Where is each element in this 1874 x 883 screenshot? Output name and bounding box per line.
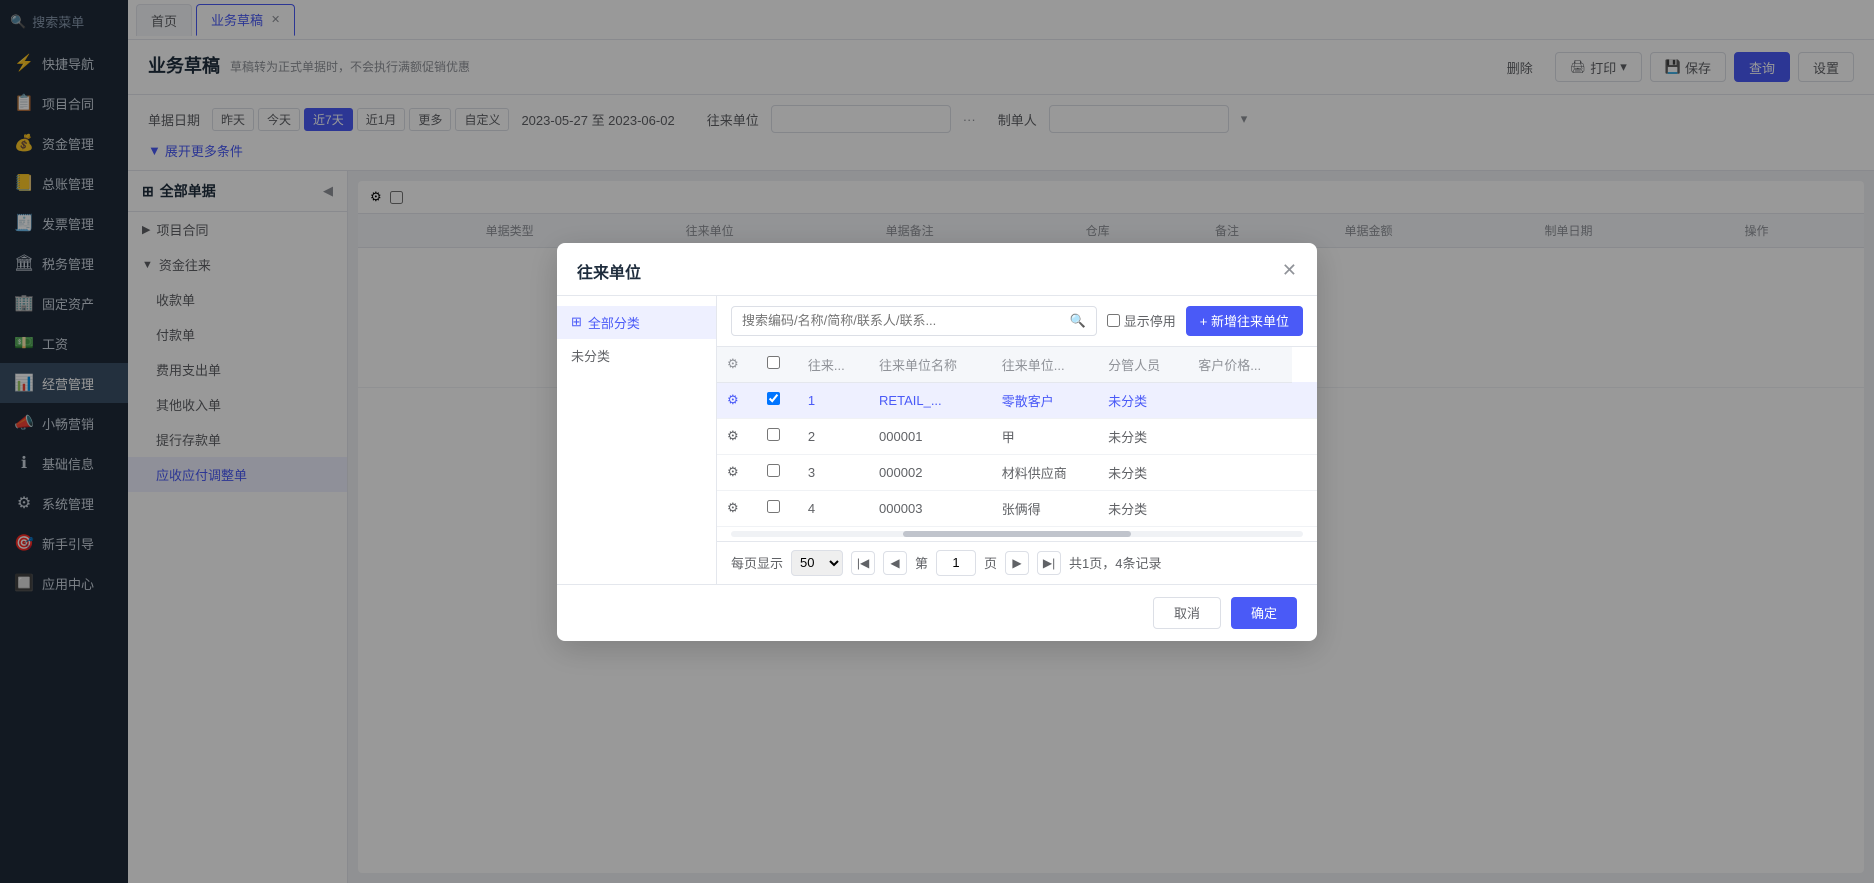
- row-checkbox[interactable]: [757, 454, 798, 490]
- dialog-table-row[interactable]: ⚙ 4 000003 张俩得 未分类: [717, 490, 1317, 526]
- row-price: [1292, 418, 1317, 454]
- grid-icon: ⊞: [571, 314, 582, 330]
- row-name: 张俩得: [992, 490, 1098, 526]
- row-code: 000001: [869, 418, 992, 454]
- dialog-content: 🔍 显示停用 + 新增往来单位 ⚙ 往来...往来单位名称往来单位...分管人员客…: [717, 296, 1317, 584]
- dialog: 往来单位 ✕ ⊞全部分类未分类 🔍 显示停用 + 新增: [557, 243, 1317, 641]
- row-settings-icon: ⚙: [727, 428, 739, 443]
- dialog-th-settings[interactable]: ⚙: [717, 347, 757, 383]
- dialog-th-category: 往来单位...: [992, 347, 1098, 383]
- row-salesperson: [1188, 418, 1292, 454]
- dialog-tree-all[interactable]: ⊞全部分类: [557, 306, 716, 339]
- next-page-button[interactable]: ▶: [1005, 551, 1029, 575]
- row-no: 2: [798, 418, 869, 454]
- confirm-button[interactable]: 确定: [1231, 597, 1297, 629]
- first-page-button[interactable]: |◀: [851, 551, 875, 575]
- dialog-tree: ⊞全部分类未分类: [557, 296, 717, 584]
- row-settings[interactable]: ⚙: [717, 418, 757, 454]
- modal-overlay: 往来单位 ✕ ⊞全部分类未分类 🔍 显示停用 + 新增: [0, 0, 1874, 883]
- dialog-table-wrap: ⚙ 往来...往来单位名称往来单位...分管人员客户价格... ⚙ 1 RETAI…: [717, 347, 1317, 527]
- dialog-table-row[interactable]: ⚙ 2 000001 甲 未分类: [717, 418, 1317, 454]
- row-category: 未分类: [1098, 418, 1188, 454]
- row-name: 材料供应商: [992, 454, 1098, 490]
- row-settings[interactable]: ⚙: [717, 490, 757, 526]
- row-name: 零散客户: [992, 382, 1098, 418]
- last-page-button[interactable]: ▶|: [1037, 551, 1061, 575]
- row-code: RETAIL_...: [869, 382, 992, 418]
- dialog-table-row[interactable]: ⚙ 1 RETAIL_... 零散客户 未分类: [717, 382, 1317, 418]
- page-input[interactable]: [936, 550, 976, 576]
- row-settings[interactable]: ⚙: [717, 382, 757, 418]
- search-icon: 🔍: [1070, 313, 1086, 329]
- dialog-scrollbar-thumb[interactable]: [903, 531, 1132, 537]
- dialog-th-salesperson: 分管人员: [1098, 347, 1188, 383]
- row-price: [1292, 454, 1317, 490]
- dialog-table: ⚙ 往来...往来单位名称往来单位...分管人员客户价格... ⚙ 1 RETAI…: [717, 347, 1317, 527]
- row-no: 1: [798, 382, 869, 418]
- dialog-pagination: 每页显示 50 100 |◀ ◀ 第 页 ▶ ▶| 共1页，4条记录: [717, 541, 1317, 584]
- row-checkbox[interactable]: [757, 490, 798, 526]
- show-disabled-label[interactable]: 显示停用: [1107, 311, 1176, 330]
- prev-page-button[interactable]: ◀: [883, 551, 907, 575]
- row-name: 甲: [992, 418, 1098, 454]
- dialog-footer: 取消 确定: [557, 584, 1317, 641]
- dialog-th-check: [757, 347, 798, 383]
- dialog-scrollbar[interactable]: [731, 531, 1303, 537]
- row-category: 未分类: [1098, 382, 1188, 418]
- row-code: 000003: [869, 490, 992, 526]
- row-price: [1292, 490, 1317, 526]
- total-info: 共1页，4条记录: [1069, 553, 1161, 572]
- dialog-header-checkbox[interactable]: [767, 356, 780, 369]
- row-settings-icon: ⚙: [727, 392, 739, 407]
- dialog-th-name: 往来单位名称: [869, 347, 992, 383]
- row-settings-icon: ⚙: [727, 464, 739, 479]
- dialog-close-button[interactable]: ✕: [1282, 260, 1297, 281]
- dialog-header: 往来单位 ✕: [557, 243, 1317, 296]
- show-disabled-checkbox[interactable]: [1107, 314, 1120, 327]
- add-customer-button[interactable]: + 新增往来单位: [1186, 306, 1303, 336]
- row-salesperson: [1188, 454, 1292, 490]
- row-category: 未分类: [1098, 454, 1188, 490]
- row-no: 3: [798, 454, 869, 490]
- row-price: [1292, 382, 1317, 418]
- dialog-th-code: 往来...: [798, 347, 869, 383]
- dialog-tree-unclassified[interactable]: 未分类: [557, 339, 716, 372]
- dialog-toolbar: 🔍 显示停用 + 新增往来单位: [717, 296, 1317, 347]
- row-salesperson: [1188, 490, 1292, 526]
- dialog-search-input[interactable]: [742, 313, 1064, 328]
- dialog-title: 往来单位: [577, 259, 641, 283]
- dialog-search-wrapper: 🔍: [731, 306, 1097, 336]
- cancel-button[interactable]: 取消: [1153, 597, 1221, 629]
- row-no: 4: [798, 490, 869, 526]
- row-checkbox[interactable]: [757, 418, 798, 454]
- row-settings-icon: ⚙: [727, 500, 739, 515]
- row-salesperson: [1188, 382, 1292, 418]
- row-category: 未分类: [1098, 490, 1188, 526]
- dialog-th-price: 客户价格...: [1188, 347, 1292, 383]
- dialog-table-row[interactable]: ⚙ 3 000002 材料供应商 未分类: [717, 454, 1317, 490]
- row-settings[interactable]: ⚙: [717, 454, 757, 490]
- dialog-body: ⊞全部分类未分类 🔍 显示停用 + 新增往来单位: [557, 296, 1317, 584]
- page-size-select[interactable]: 50 100: [791, 550, 843, 576]
- row-checkbox[interactable]: [757, 382, 798, 418]
- row-code: 000002: [869, 454, 992, 490]
